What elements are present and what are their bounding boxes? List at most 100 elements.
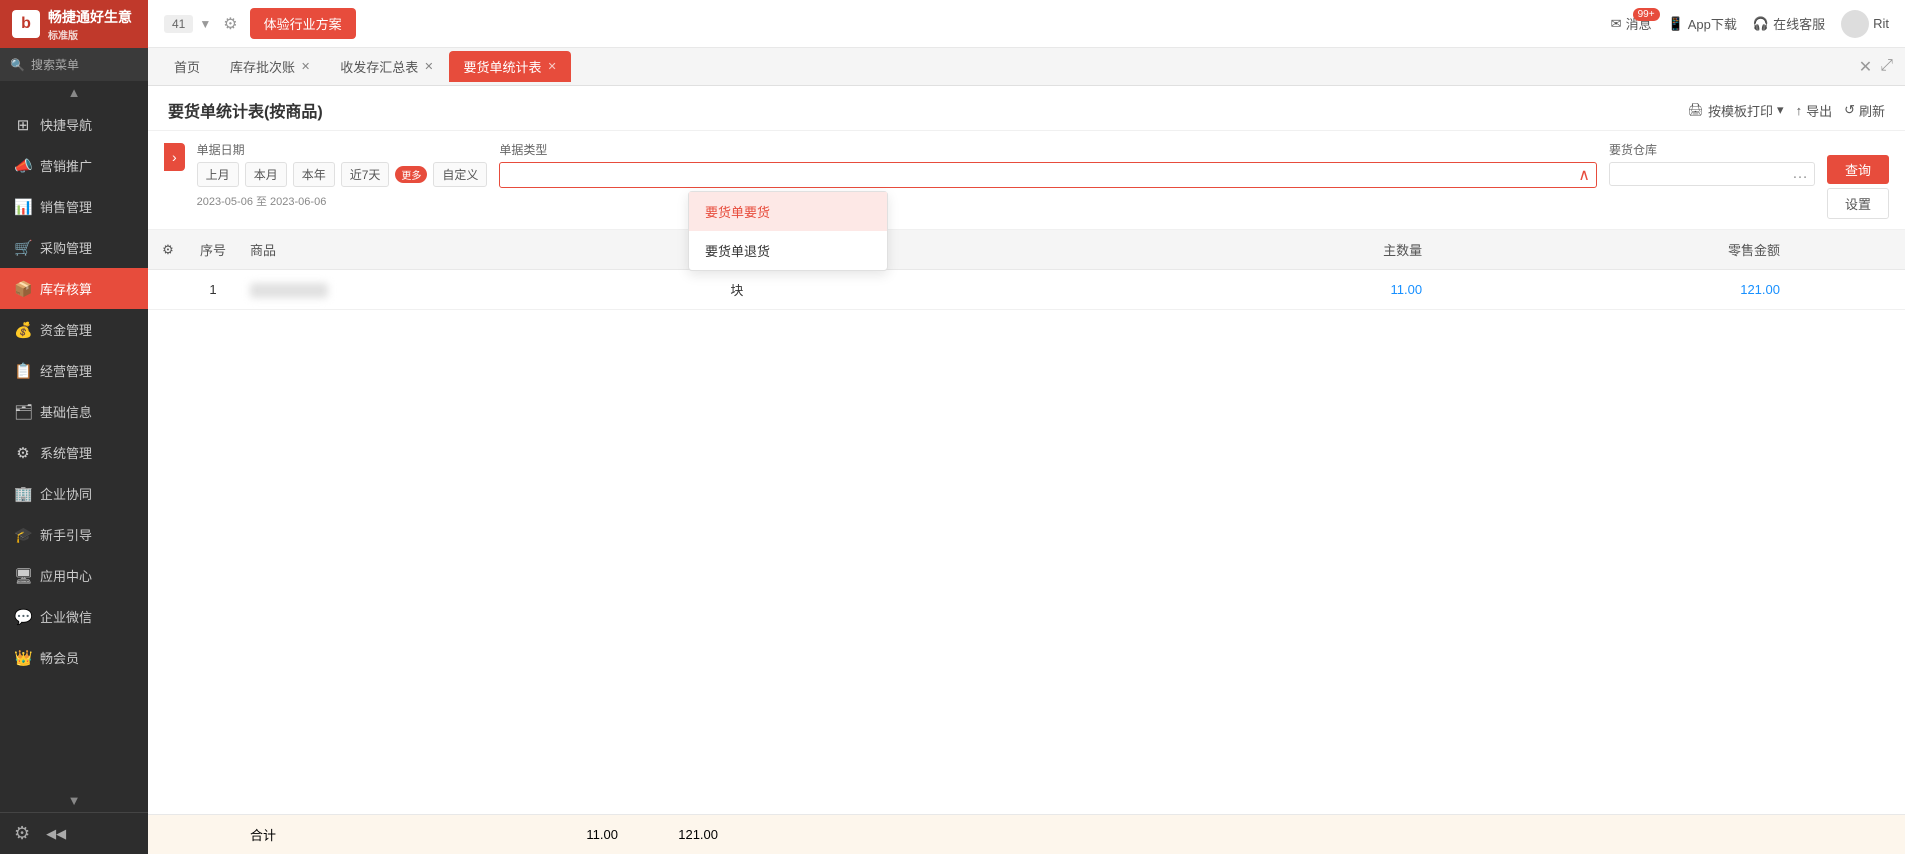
th-product: 商品 xyxy=(238,230,718,270)
tab-close-all-icon[interactable]: ✕ xyxy=(1859,57,1872,77)
filter-type-group: 单据类型 ∧ xyxy=(499,141,1597,188)
sidebar-item-system[interactable]: ⚙ 系统管理 xyxy=(0,432,148,473)
sidebar-item-label: 企业微信 xyxy=(40,607,92,626)
filter-type-input-wrap: ∧ xyxy=(499,162,1597,188)
topbar-number: 41 xyxy=(164,15,193,33)
sidebar-search[interactable]: 🔍 搜索菜单 xyxy=(0,48,148,81)
filter-warehouse-input[interactable] xyxy=(1616,167,1792,182)
headset-icon: 🎧 xyxy=(1753,16,1769,32)
dropdown-item-order-return[interactable]: 要货单退货 xyxy=(689,231,887,270)
tab-order-summary-label: 要货单统计表 xyxy=(463,57,541,76)
filter-expand-btn[interactable]: › xyxy=(164,143,185,171)
topbar-breadcrumb: 41 ▼ xyxy=(164,15,211,33)
total-amount: 121.00 xyxy=(618,827,718,842)
topbar-message[interactable]: ✉ 消息 99+ xyxy=(1611,14,1652,33)
sidebar-item-label: 基础信息 xyxy=(40,402,92,421)
sidebar-nav: ⊞ 快捷导航 📣 营销推广 📊 销售管理 🛒 采购管理 📦 库存核算 💰 资金管… xyxy=(0,104,148,789)
enterprise-icon: 🏢 xyxy=(14,485,32,503)
tab-order-summary[interactable]: 要货单统计表 ✕ xyxy=(449,51,570,82)
app-logo: b 畅捷通好生意 标准版 xyxy=(0,0,148,48)
dropdown-item-label: 要货单退货 xyxy=(705,244,770,259)
sidebar-item-marketing[interactable]: 📣 营销推广 xyxy=(0,145,148,186)
page-content: 要货单统计表(按商品) 🖨 按模板打印 ▾ ↑ 导出 ↺ 刷新 › xyxy=(148,86,1905,854)
filter-date-this-month[interactable]: 本月 xyxy=(245,162,287,187)
print-template-action[interactable]: 🖨 按模板打印 ▾ xyxy=(1688,101,1784,120)
tab-order-summary-close[interactable]: ✕ xyxy=(548,60,557,73)
sales-icon: 📊 xyxy=(14,198,32,216)
basic-icon: 🗂 xyxy=(14,403,32,421)
topbar-app-download[interactable]: 📱 App下载 xyxy=(1668,14,1737,33)
print-label: 按模板打印 xyxy=(1708,101,1773,120)
tab-inventory-batch[interactable]: 库存批次账 ✕ xyxy=(216,51,324,82)
filter-date-7days[interactable]: 近7天 xyxy=(341,162,390,187)
logo-icon: b xyxy=(12,10,40,38)
td-quantity[interactable]: 11.00 xyxy=(1137,270,1434,310)
th-amount: 零售金额 xyxy=(1434,230,1792,270)
settings-btn[interactable]: 设置 xyxy=(1827,188,1889,219)
sidebar-item-label: 新手引导 xyxy=(40,525,92,544)
tab-home[interactable]: 首页 xyxy=(160,51,214,82)
print-icon: 🖨 xyxy=(1688,102,1705,118)
avatar xyxy=(1841,10,1869,38)
topbar-user[interactable]: Rit xyxy=(1841,10,1889,38)
sidebar-item-enterprise[interactable]: 🏢 企业协同 xyxy=(0,473,148,514)
quantity-link[interactable]: 11.00 xyxy=(1391,282,1423,297)
total-quantity: 11.00 xyxy=(518,827,618,842)
search-icon: 🔍 xyxy=(10,58,25,72)
filter-date-custom[interactable]: 自定义 xyxy=(433,162,487,187)
sidebar-item-sales[interactable]: 📊 销售管理 xyxy=(0,186,148,227)
td-product: 商品名称XXX xyxy=(238,270,718,310)
sidebar-item-member[interactable]: 👑 畅会员 xyxy=(0,637,148,678)
sidebar-item-inventory[interactable]: 📦 库存核算 xyxy=(0,268,148,309)
dropdown-item-order-goods[interactable]: 要货单要货 xyxy=(689,192,887,231)
topbar-settings-icon[interactable]: ⚙ xyxy=(223,14,237,34)
sidebar-item-wechat[interactable]: 💬 企业微信 xyxy=(0,596,148,637)
footer-settings-icon[interactable]: ⚙ xyxy=(14,823,30,844)
sidebar-item-label: 应用中心 xyxy=(40,566,92,585)
filter-date-group: 单据日期 上月 本月 本年 近7天 更多 自定义 2023-05-06 至 20… xyxy=(197,141,488,209)
scroll-down-btn[interactable]: ▼ xyxy=(0,789,148,812)
filter-date-row: 上月 本月 本年 近7天 更多 自定义 xyxy=(197,162,488,187)
main-area: 41 ▼ ⚙ 体验行业方案 ✉ 消息 99+ 📱 App下载 🎧 在线客服 Ri… xyxy=(148,0,1905,854)
tab-receivable-close[interactable]: ✕ xyxy=(424,60,433,73)
filter-more-badge[interactable]: 更多 xyxy=(395,166,427,183)
footer-collapse-icon[interactable]: ◀◀ xyxy=(46,826,66,842)
filter-warehouse-more-icon[interactable]: … xyxy=(1792,165,1808,183)
sidebar-item-quick-nav[interactable]: ⊞ 快捷导航 xyxy=(0,104,148,145)
total-label: 合计 xyxy=(238,825,418,844)
sidebar: b 畅捷通好生意 标准版 🔍 搜索菜单 ▲ ⊞ 快捷导航 📣 营销推广 📊 销售… xyxy=(0,0,148,854)
filter-type-clear-icon[interactable]: ∧ xyxy=(1578,165,1590,185)
query-btn[interactable]: 查询 xyxy=(1827,155,1889,184)
topbar-arrow: ▼ xyxy=(199,17,211,31)
filter-date-prev-month[interactable]: 上月 xyxy=(197,162,239,187)
product-name: 商品名称XXX xyxy=(250,283,328,298)
sidebar-item-basic[interactable]: 🗂 基础信息 xyxy=(0,391,148,432)
tab-inventory-batch-close[interactable]: ✕ xyxy=(301,60,310,73)
td-spacer xyxy=(1792,270,1905,310)
td-amount[interactable]: 121.00 xyxy=(1434,270,1792,310)
filter-type-input[interactable] xyxy=(506,168,1578,183)
refresh-action[interactable]: ↺ 刷新 xyxy=(1844,101,1885,120)
topbar-online-service[interactable]: 🎧 在线客服 xyxy=(1753,14,1825,33)
tab-receivable[interactable]: 收发存汇总表 ✕ xyxy=(326,51,447,82)
tab-expand-icon[interactable]: ⤢ xyxy=(1880,57,1893,77)
scroll-up-btn[interactable]: ▲ xyxy=(0,81,148,104)
filter-type-label: 单据类型 xyxy=(499,141,1597,158)
topbar: 41 ▼ ⚙ 体验行业方案 ✉ 消息 99+ 📱 App下载 🎧 在线客服 Ri… xyxy=(148,0,1905,48)
trial-btn[interactable]: 体验行业方案 xyxy=(250,8,356,39)
sidebar-item-operations[interactable]: 📋 经营管理 xyxy=(0,350,148,391)
sidebar-item-label: 库存核算 xyxy=(40,279,92,298)
sidebar-item-guide[interactable]: 🎓 新手引导 xyxy=(0,514,148,555)
amount-link[interactable]: 121.00 xyxy=(1740,282,1780,297)
sidebar-item-finance[interactable]: 💰 资金管理 xyxy=(0,309,148,350)
th-settings[interactable]: ⚙ xyxy=(148,230,188,270)
sidebar-item-apps[interactable]: 🖥 应用中心 xyxy=(0,555,148,596)
purchase-icon: 🛒 xyxy=(14,239,32,257)
export-action[interactable]: ↑ 导出 xyxy=(1796,101,1833,120)
refresh-label: 刷新 xyxy=(1859,101,1885,120)
sidebar-footer: ⚙ ◀◀ xyxy=(0,812,148,854)
refresh-icon: ↺ xyxy=(1844,102,1855,118)
tab-inventory-batch-label: 库存批次账 xyxy=(230,57,295,76)
sidebar-item-purchase[interactable]: 🛒 采购管理 xyxy=(0,227,148,268)
filter-date-this-year[interactable]: 本年 xyxy=(293,162,335,187)
